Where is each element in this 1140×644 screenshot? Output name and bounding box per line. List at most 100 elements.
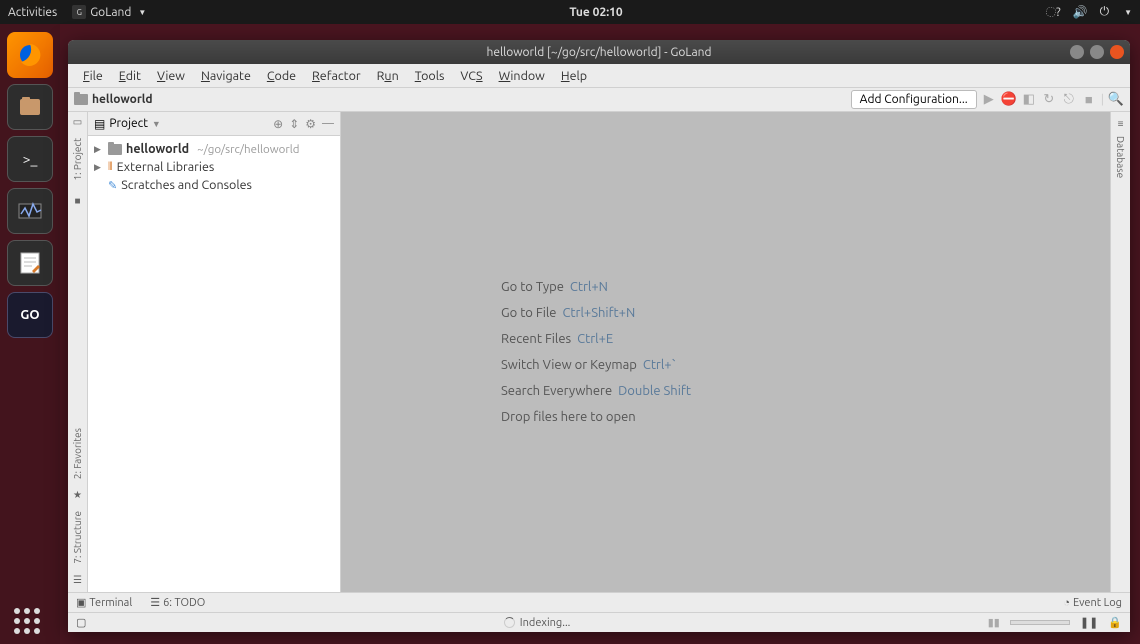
scratches-icon: ✎ xyxy=(108,179,117,192)
accessibility-icon[interactable]: ◌? xyxy=(1046,6,1061,19)
menu-file[interactable]: File xyxy=(76,67,110,85)
add-configuration-button[interactable]: Add Configuration... xyxy=(851,90,977,109)
scratches-node[interactable]: ✎ Scratches and Consoles xyxy=(94,176,334,194)
expand-arrow-icon[interactable]: ▶ xyxy=(94,144,104,155)
project-root-node[interactable]: ▶ helloworld ~/go/src/helloworld xyxy=(94,140,334,158)
event-log-button[interactable]: ◔ Event Log xyxy=(1063,597,1122,609)
hint-switch-view: Switch View or Keymap Ctrl+` xyxy=(501,358,676,372)
activities-button[interactable]: Activities xyxy=(8,6,57,19)
attach-icon[interactable]: ⎋ xyxy=(1061,92,1077,108)
event-log-icon: ◔ xyxy=(1063,597,1070,609)
project-tool-toggle-icon[interactable]: ▭ xyxy=(73,116,82,128)
locate-icon[interactable]: ⊕ xyxy=(273,117,283,131)
hint-goto-file: Go to File Ctrl+Shift+N xyxy=(501,306,635,320)
project-panel-title[interactable]: Project xyxy=(109,117,148,130)
firefox-launcher[interactable] xyxy=(7,32,53,78)
bookmark-icon[interactable]: ■ xyxy=(74,195,80,207)
database-icon[interactable]: ≡ xyxy=(1118,118,1124,130)
external-libraries-label: External Libraries xyxy=(117,160,215,174)
show-applications-button[interactable] xyxy=(14,608,40,634)
status-message: Indexing... xyxy=(86,617,987,629)
menu-vcs[interactable]: VCS xyxy=(453,67,489,85)
spinner-icon xyxy=(504,617,515,628)
goland-small-icon: G xyxy=(72,5,86,19)
expand-arrow-icon[interactable]: ▶ xyxy=(94,162,104,173)
clock[interactable]: Tue 02:10 xyxy=(146,6,1046,19)
hint-goto-type: Go to Type Ctrl+N xyxy=(501,280,608,294)
todo-tool-button[interactable]: ☰ 6: TODO xyxy=(150,596,205,609)
editor-empty-state[interactable]: Go to Type Ctrl+N Go to File Ctrl+Shift+… xyxy=(341,112,1110,592)
system-menu-chevron-icon[interactable]: ▼ xyxy=(1124,8,1132,17)
goland-window: helloworld [~/go/src/helloworld] - GoLan… xyxy=(68,40,1130,632)
terminal-launcher[interactable]: >_ xyxy=(7,136,53,182)
menu-tools[interactable]: Tools xyxy=(408,67,452,85)
stop-icon[interactable]: ■ xyxy=(1081,92,1097,108)
database-tool-button[interactable]: Database xyxy=(1115,136,1126,178)
window-maximize-button[interactable] xyxy=(1090,45,1104,59)
window-minimize-button[interactable] xyxy=(1070,45,1084,59)
project-tree: ▶ helloworld ~/go/src/helloworld ▶ ⫴ Ext… xyxy=(88,136,340,198)
notepad-icon xyxy=(16,249,44,277)
menu-window[interactable]: Window xyxy=(492,67,552,85)
unity-launcher: >_ GO xyxy=(0,24,60,644)
app-menu-label: GoLand xyxy=(90,6,131,19)
goland-icon: GO xyxy=(20,308,39,322)
terminal-tool-button[interactable]: ▣ Terminal xyxy=(76,596,132,609)
terminal-icon: >_ xyxy=(23,151,38,167)
menu-bar: File Edit View Navigate Code Refactor Ru… xyxy=(68,64,1130,88)
hide-panel-icon[interactable]: — xyxy=(322,117,334,131)
status-bar: ▢ Indexing... ▮▮ ❚❚ 🔒 xyxy=(68,612,1130,632)
coverage-icon[interactable]: ◧ xyxy=(1021,92,1037,108)
system-monitor-launcher[interactable] xyxy=(7,188,53,234)
hint-drop-files: Drop files here to open xyxy=(501,410,636,424)
menu-help[interactable]: Help xyxy=(554,67,594,85)
progress-bar xyxy=(1010,620,1070,625)
favorites-tool-button[interactable]: 2: Favorites xyxy=(72,428,83,479)
menu-refactor[interactable]: Refactor xyxy=(305,67,368,85)
menu-code[interactable]: Code xyxy=(260,67,303,85)
sysmon-icon xyxy=(17,198,43,224)
ide-pause-icon[interactable]: ❚❚ xyxy=(1080,616,1098,629)
text-editor-launcher[interactable] xyxy=(7,240,53,286)
project-root-path: ~/go/src/helloworld xyxy=(197,143,299,156)
library-icon: ⫴ xyxy=(108,161,113,174)
volume-icon[interactable]: 🔊 xyxy=(1073,5,1088,19)
structure-icon: ☰ xyxy=(73,574,82,586)
progress-pause-icon[interactable]: ▮▮ xyxy=(988,616,1000,629)
project-view-dropdown[interactable]: ▼ xyxy=(152,119,161,129)
files-launcher[interactable] xyxy=(7,84,53,130)
run-icon[interactable]: ▶ xyxy=(981,92,997,108)
folder-icon xyxy=(74,94,88,105)
menu-run[interactable]: Run xyxy=(370,67,406,85)
goland-launcher[interactable]: GO xyxy=(7,292,53,338)
todo-icon: ☰ xyxy=(150,596,160,609)
menu-view[interactable]: View xyxy=(150,67,192,85)
menu-edit[interactable]: Edit xyxy=(112,67,148,85)
project-panel-header: ▤ Project ▼ ⊕ ⇕ ⚙ — xyxy=(88,112,340,136)
settings-gear-icon[interactable]: ⚙ xyxy=(305,117,316,131)
firefox-icon xyxy=(15,40,45,70)
chevron-down-icon: ▼ xyxy=(138,8,146,17)
profile-icon[interactable]: ↻ xyxy=(1041,92,1057,108)
breadcrumb-root: helloworld xyxy=(92,93,153,106)
lock-icon[interactable]: 🔒 xyxy=(1108,616,1122,629)
window-titlebar[interactable]: helloworld [~/go/src/helloworld] - GoLan… xyxy=(68,40,1130,64)
breadcrumb[interactable]: helloworld xyxy=(74,93,153,106)
window-close-button[interactable] xyxy=(1110,45,1124,59)
hint-search-everywhere: Search Everywhere Double Shift xyxy=(501,384,691,398)
external-libraries-node[interactable]: ▶ ⫴ External Libraries xyxy=(94,158,334,176)
terminal-icon: ▣ xyxy=(76,596,86,609)
project-tool-button[interactable]: 1: Project xyxy=(72,138,83,181)
right-tool-window-bar: ≡ Database xyxy=(1110,112,1130,592)
debug-icon[interactable]: ⛔ xyxy=(1001,92,1017,108)
power-icon[interactable]: ⏻ xyxy=(1100,5,1110,19)
tool-windows-toggle-icon[interactable]: ▢ xyxy=(76,616,86,629)
navigation-bar: helloworld Add Configuration... ▶ ⛔ ◧ ↻ … xyxy=(68,88,1130,112)
menu-navigate[interactable]: Navigate xyxy=(194,67,258,85)
structure-tool-button[interactable]: 7: Structure xyxy=(72,511,83,564)
expand-all-icon[interactable]: ⇕ xyxy=(289,117,299,131)
search-everywhere-icon[interactable]: 🔍 xyxy=(1108,92,1124,108)
ubuntu-topbar: Activities G GoLand ▼ Tue 02:10 ◌? 🔊 ⏻ ▼ xyxy=(0,0,1140,24)
app-menu[interactable]: G GoLand ▼ xyxy=(72,5,146,19)
folder-icon xyxy=(108,144,122,155)
